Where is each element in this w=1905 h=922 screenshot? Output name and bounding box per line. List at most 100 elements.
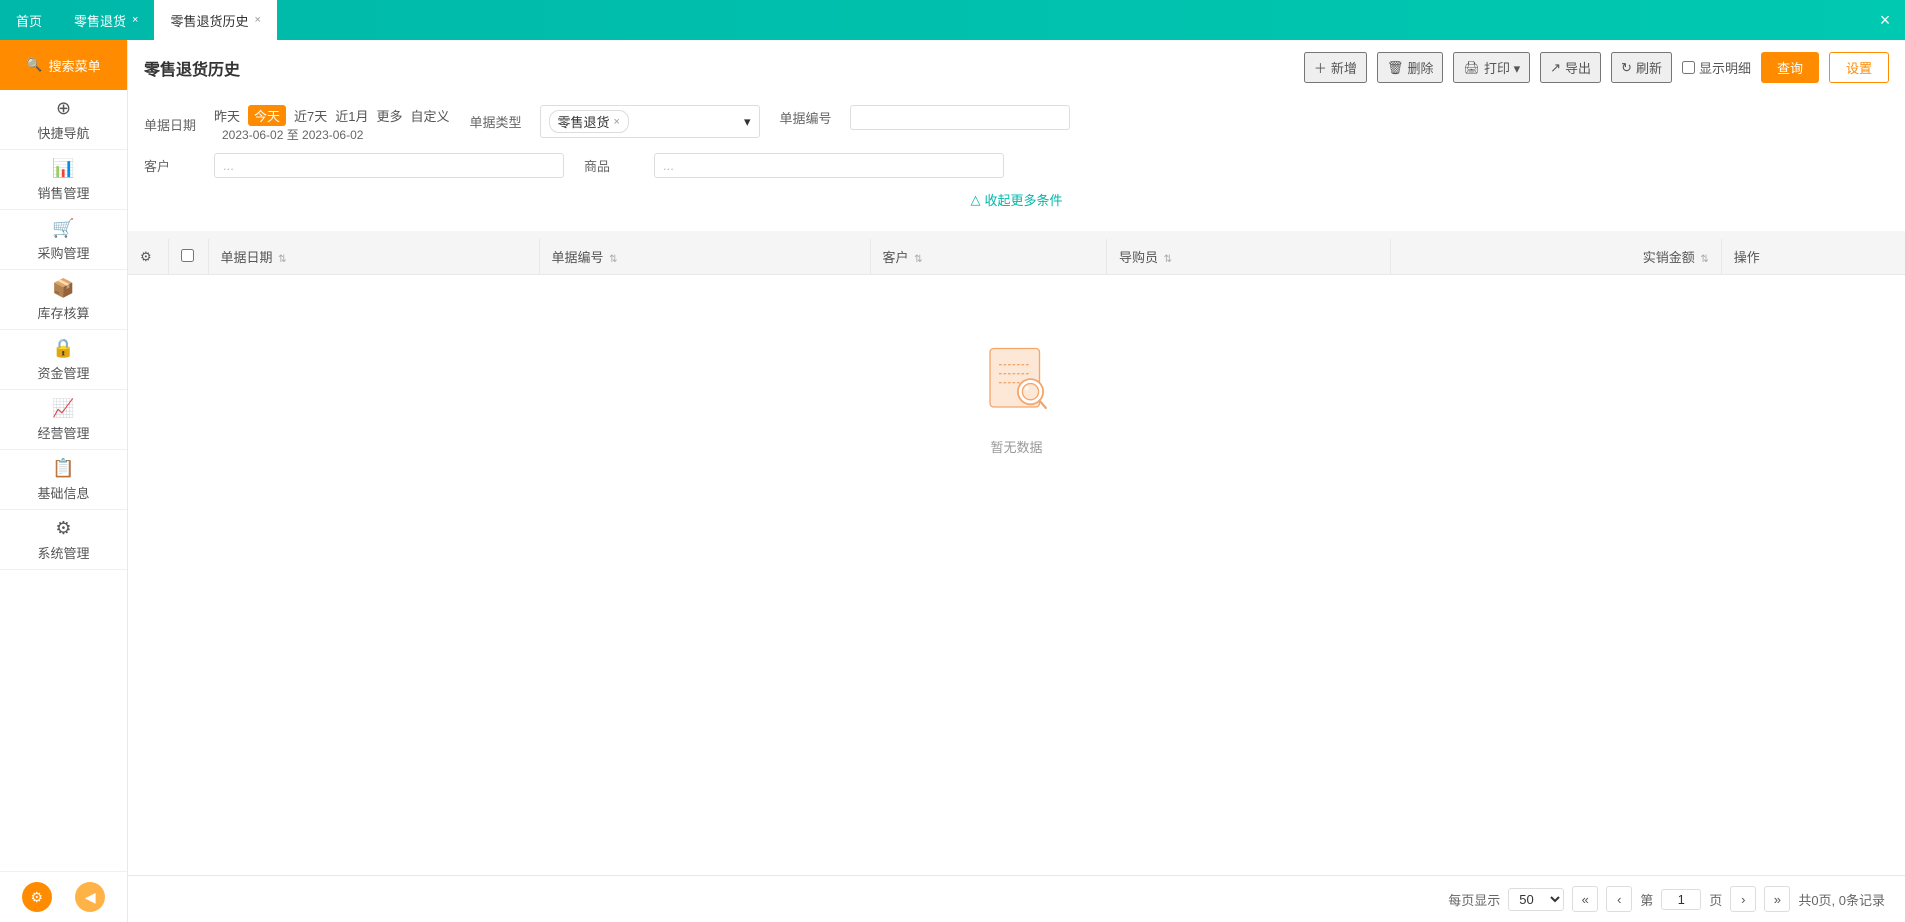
basic-icon: 📋	[52, 458, 74, 479]
date-option-1month[interactable]: 近1月	[335, 106, 368, 125]
th-guide[interactable]: 导购员 ⇅	[1107, 239, 1391, 275]
query-button[interactable]: 查询	[1761, 52, 1819, 83]
sidebar-item-inventory[interactable]: 📦 库存核算	[0, 270, 127, 330]
date-options: 昨天 今天 近7天 近1月 更多 自定义	[214, 105, 450, 126]
sidebar-item-basic[interactable]: 📋 基础信息	[0, 450, 127, 510]
table-area: ⚙ 单据日期 ⇅ 单据编号 ⇅ 客户	[128, 239, 1905, 875]
type-tag-value: 零售退货	[558, 112, 610, 131]
sidebar-item-label-0: 快捷导航	[37, 123, 89, 142]
sidebar-search-label: 搜索菜单	[49, 56, 101, 75]
topbar: 首页 零售退货 × 零售退货历史 × ×	[0, 0, 1905, 40]
table-header-row: ⚙ 单据日期 ⇅ 单据编号 ⇅ 客户	[128, 239, 1905, 275]
print-button[interactable]: 🖨 打印 ▾	[1453, 52, 1530, 83]
th-number[interactable]: 单据编号 ⇅	[539, 239, 870, 275]
collapse-label: 收起更多条件	[984, 190, 1062, 209]
display-detail-checkbox[interactable]: 显示明细	[1682, 58, 1751, 77]
delete-button[interactable]: 🗑 删除	[1377, 52, 1444, 83]
export-button[interactable]: ↗ 导出	[1540, 52, 1601, 83]
date-option-custom[interactable]: 自定义	[411, 106, 450, 125]
content-area: 零售退货历史 ＋ 新增 🗑 删除 🖨 打印 ▾ ↗	[128, 40, 1905, 922]
display-detail-input[interactable]	[1682, 61, 1695, 74]
sidebar-bottom: ⚙ ◀	[0, 871, 127, 922]
collapse-arrow-icon: △	[970, 192, 980, 208]
header-actions: ＋ 新增 🗑 删除 🖨 打印 ▾ ↗ 导出	[1304, 52, 1889, 83]
empty-state: 暂无数据	[128, 275, 1905, 516]
th-date[interactable]: 单据日期 ⇅	[208, 239, 539, 275]
collapse-button[interactable]: △ 收起更多条件	[958, 186, 1074, 213]
customer-select[interactable]: ...	[214, 153, 564, 178]
date-option-7days[interactable]: 近7天	[294, 106, 327, 125]
th-amount[interactable]: 实销金额 ⇅	[1390, 239, 1721, 275]
page-header-top: 零售退货历史 ＋ 新增 🗑 删除 🖨 打印 ▾ ↗	[144, 52, 1889, 83]
th-date-label: 单据日期	[221, 250, 273, 265]
empty-row: 暂无数据	[128, 275, 1905, 517]
type-tag-close[interactable]: ×	[614, 116, 620, 128]
goods-filter: 商品 ...	[584, 153, 1004, 178]
customer-filter-label: 客户	[144, 156, 214, 175]
goods-filter-label: 商品	[584, 156, 654, 175]
th-customer-sort: ⇅	[914, 254, 922, 265]
setting-button[interactable]: 设置	[1829, 52, 1889, 83]
customer-placeholder: ...	[223, 158, 234, 173]
date-option-yesterday[interactable]: 昨天	[214, 106, 240, 125]
sidebar-item-label-2: 采购管理	[37, 243, 89, 262]
inventory-icon: 📦	[52, 278, 74, 299]
date-filter: 单据日期 昨天 今天 近7天 近1月 更多 自定义 2023-06-02 至 2…	[144, 105, 450, 143]
th-customer[interactable]: 客户 ⇅	[870, 239, 1106, 275]
sidebar-help-button[interactable]: ◀	[75, 882, 105, 912]
sidebar-item-quick-nav[interactable]: ⊕ 快捷导航	[0, 90, 127, 150]
new-icon: ＋	[1314, 58, 1327, 77]
sidebar-item-management[interactable]: 📈 经营管理	[0, 390, 127, 450]
first-page-button[interactable]: «	[1572, 886, 1598, 912]
sidebar-item-label-1: 销售管理	[37, 183, 89, 202]
number-input[interactable]	[850, 105, 1070, 130]
date-option-today[interactable]: 今天	[248, 105, 286, 126]
last-page-button[interactable]: »	[1764, 886, 1790, 912]
tab-retail-return-label: 零售退货	[74, 11, 126, 30]
customer-filter: 客户 ...	[144, 153, 564, 178]
type-select[interactable]: 零售退货 × ▾	[540, 105, 760, 138]
goods-select[interactable]: ...	[654, 153, 1004, 178]
tab-retail-return-history[interactable]: 零售退货历史 ×	[154, 0, 276, 40]
date-range-display: 2023-06-02 至 2023-06-02	[222, 126, 450, 143]
tab-retail-return[interactable]: 零售退货 ×	[58, 0, 154, 40]
next-page-button[interactable]: ›	[1730, 886, 1756, 912]
th-setting[interactable]: ⚙	[128, 239, 168, 275]
th-amount-label: 实销金额	[1643, 250, 1695, 265]
sidebar-item-sales[interactable]: 📊 销售管理	[0, 150, 127, 210]
total-info: 共0页, 0条记录	[1798, 890, 1885, 909]
sidebar-item-system[interactable]: ⚙ 系统管理	[0, 510, 127, 570]
th-action-label: 操作	[1734, 250, 1760, 265]
refresh-icon: ↻	[1621, 60, 1632, 76]
tab-retail-return-history-label: 零售退货历史	[170, 11, 248, 30]
sidebar-settings-button[interactable]: ⚙	[22, 882, 52, 912]
refresh-button[interactable]: ↻ 刷新	[1611, 52, 1672, 83]
delete-label: 删除	[1407, 58, 1433, 77]
sidebar: 🔍 搜索菜单 ⊕ 快捷导航 📊 销售管理 🛒 采购管理 📦 库存核算 🔒	[0, 40, 128, 922]
empty-text: 暂无数据	[990, 437, 1042, 456]
tab-retail-return-close[interactable]: ×	[132, 14, 138, 26]
sidebar-item-finance[interactable]: 🔒 资金管理	[0, 330, 127, 390]
date-option-more[interactable]: 更多	[377, 106, 403, 125]
window-close-button[interactable]: ×	[1865, 0, 1905, 40]
per-page-select[interactable]: 50 100	[1508, 888, 1564, 911]
th-customer-label: 客户	[883, 250, 909, 265]
th-date-sort: ⇅	[278, 254, 286, 265]
sidebar-search[interactable]: 🔍 搜索菜单	[0, 40, 127, 90]
page-number-input[interactable]	[1661, 889, 1701, 910]
th-checkbox[interactable]	[168, 239, 208, 275]
filter-area: 单据日期 昨天 今天 近7天 近1月 更多 自定义 2023-06-02 至 2…	[144, 95, 1889, 223]
tab-home-label: 首页	[16, 11, 42, 30]
tab-list: 首页 零售退货 × 零售退货历史 ×	[0, 0, 1865, 40]
sidebar-item-label-5: 经营管理	[37, 423, 89, 442]
tab-retail-return-history-close[interactable]: ×	[254, 14, 260, 26]
tab-home[interactable]: 首页	[0, 0, 58, 40]
per-page-label: 每页显示	[1448, 890, 1500, 909]
prev-page-button[interactable]: ‹	[1606, 886, 1632, 912]
sales-icon: 📊	[52, 158, 74, 179]
select-all-checkbox[interactable]	[181, 249, 194, 262]
main-layout: 🔍 搜索菜单 ⊕ 快捷导航 📊 销售管理 🛒 采购管理 📦 库存核算 🔒	[0, 40, 1905, 922]
new-button[interactable]: ＋ 新增	[1304, 52, 1367, 83]
th-number-label: 单据编号	[552, 250, 604, 265]
sidebar-item-purchase[interactable]: 🛒 采购管理	[0, 210, 127, 270]
